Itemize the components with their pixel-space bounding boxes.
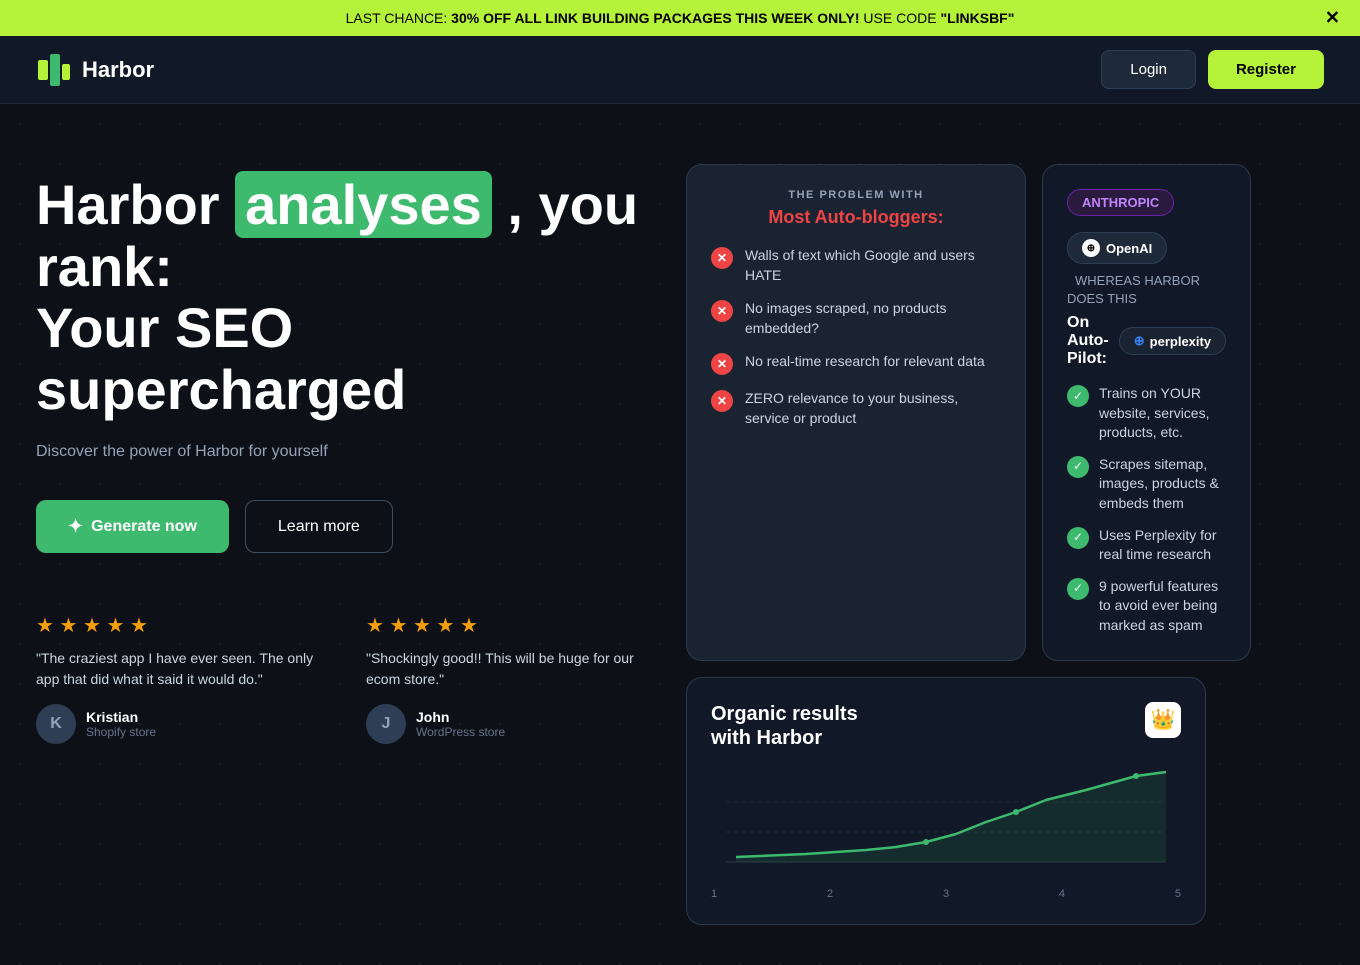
problem-item-4: ✕ ZERO relevance to your business, servi… — [711, 389, 1001, 428]
learn-more-button[interactable]: Learn more — [245, 500, 393, 553]
harbor-features-card: ANTHROPIC ⊕ OpenAI WHEREAS HARBOR DOES T… — [1042, 164, 1251, 661]
hero-buttons: ✦ Generate now Learn more — [36, 500, 656, 553]
reviewer-info-2: John WordPress store — [416, 709, 505, 739]
banner-close-button[interactable]: ✕ — [1325, 8, 1340, 29]
login-button[interactable]: Login — [1101, 50, 1196, 89]
main-content: Harbor analyses , you rank: Your SEO sup… — [36, 164, 1324, 925]
organic-results-card: Organic resultswith Harbor 👑 — [686, 677, 1206, 925]
avatar-2: J — [366, 704, 406, 744]
sparkle-icon: ✦ — [68, 516, 83, 537]
headline-highlight: analyses — [235, 171, 492, 238]
harbor-feature-2: ✓ Scrapes sitemap, images, products & em… — [1067, 455, 1226, 514]
register-button[interactable]: Register — [1208, 50, 1324, 89]
banner-text: LAST CHANCE: 30% OFF ALL LINK BUILDING P… — [346, 10, 1015, 26]
anthropic-badge: ANTHROPIC — [1067, 189, 1174, 216]
review-text-1: "The craziest app I have ever seen. The … — [36, 648, 326, 690]
reviewer-2: J John WordPress store — [366, 704, 656, 744]
announcement-banner: LAST CHANCE: 30% OFF ALL LINK BUILDING P… — [0, 0, 1360, 36]
perplexity-badge: ⊕ perplexity — [1119, 327, 1226, 355]
problem-items: ✕ Walls of text which Google and users H… — [711, 246, 1001, 429]
problem-label: THE PROBLEM WITH — [711, 189, 1001, 201]
header-buttons: Login Register — [1101, 50, 1324, 89]
organic-chart — [711, 762, 1181, 882]
chart-labels: 1 2 3 4 5 — [711, 888, 1181, 900]
hero-headline: Harbor analyses , you rank: Your SEO sup… — [36, 174, 656, 420]
review-text-2: "Shockingly good!! This will be huge for… — [366, 648, 656, 690]
top-panels: THE PROBLEM WITH Most Auto-bloggers: ✕ W… — [686, 164, 1206, 661]
x-icon-4: ✕ — [711, 390, 733, 412]
right-panels: THE PROBLEM WITH Most Auto-bloggers: ✕ W… — [686, 164, 1206, 925]
problem-item-1: ✕ Walls of text which Google and users H… — [711, 246, 1001, 285]
reviewer-store-1: Shopify store — [86, 725, 156, 739]
logo: Harbor — [36, 52, 154, 88]
stars-2: ★ ★ ★ ★ ★ — [366, 613, 656, 638]
x-icon-3: ✕ — [711, 353, 733, 375]
main-section: Harbor analyses , you rank: Your SEO sup… — [0, 104, 1360, 965]
problem-title: Most Auto-bloggers: — [711, 207, 1001, 228]
stars-1: ★ ★ ★ ★ ★ — [36, 613, 326, 638]
x-icon-1: ✕ — [711, 247, 733, 269]
openai-label: OpenAI — [1106, 241, 1152, 256]
problem-card: THE PROBLEM WITH Most Auto-bloggers: ✕ W… — [686, 164, 1026, 661]
reviewer-1: K Kristian Shopify store — [36, 704, 326, 744]
header: Harbor Login Register — [0, 36, 1360, 104]
hero-section: Harbor analyses , you rank: Your SEO sup… — [36, 164, 656, 925]
generate-now-button[interactable]: ✦ Generate now — [36, 500, 229, 553]
reviewer-name-2: John — [416, 709, 505, 725]
reviewer-name-1: Kristian — [86, 709, 156, 725]
organic-card-header: Organic resultswith Harbor 👑 — [711, 702, 1181, 750]
avatar-1: K — [36, 704, 76, 744]
harbor-feature-4: ✓ 9 powerful features to avoid ever bein… — [1067, 577, 1226, 636]
problem-item-3: ✕ No real-time research for relevant dat… — [711, 352, 1001, 375]
openai-badge: ⊕ OpenAI — [1067, 232, 1167, 264]
x-icon-2: ✕ — [711, 300, 733, 322]
harbor-feature-1: ✓ Trains on YOUR website, services, prod… — [1067, 384, 1226, 443]
harbor-auto-line: On Auto-Pilot: ⊕ perplexity — [1067, 314, 1226, 368]
reviewer-info-1: Kristian Shopify store — [86, 709, 156, 739]
review-card-2: ★ ★ ★ ★ ★ "Shockingly good!! This will b… — [366, 613, 656, 744]
whereas-text: WHEREAS HARBOR DOES THIS — [1067, 273, 1200, 306]
check-icon-4: ✓ — [1067, 578, 1089, 600]
logo-text: Harbor — [82, 57, 154, 83]
check-icon-1: ✓ — [1067, 385, 1089, 407]
problem-item-2: ✕ No images scraped, no products embedde… — [711, 299, 1001, 338]
check-icon-2: ✓ — [1067, 456, 1089, 478]
chart-area — [711, 762, 1181, 882]
check-icon-3: ✓ — [1067, 527, 1089, 549]
harbor-features-list: ✓ Trains on YOUR website, services, prod… — [1067, 384, 1226, 636]
harbor-feature-3: ✓ Uses Perplexity for real time research — [1067, 526, 1226, 565]
organic-title: Organic resultswith Harbor — [711, 702, 858, 750]
reviewer-store-2: WordPress store — [416, 725, 505, 739]
openai-icon: ⊕ — [1082, 239, 1100, 257]
logo-icon — [36, 52, 72, 88]
auto-pilot-label: On Auto-Pilot: — [1067, 314, 1109, 368]
harbor-card-header: ANTHROPIC — [1067, 189, 1226, 216]
reviews-section: ★ ★ ★ ★ ★ "The craziest app I have ever … — [36, 613, 656, 744]
hero-subtitle: Discover the power of Harbor for yoursel… — [36, 440, 656, 464]
crown-badge: 👑 — [1145, 702, 1181, 738]
review-card-1: ★ ★ ★ ★ ★ "The craziest app I have ever … — [36, 613, 326, 744]
